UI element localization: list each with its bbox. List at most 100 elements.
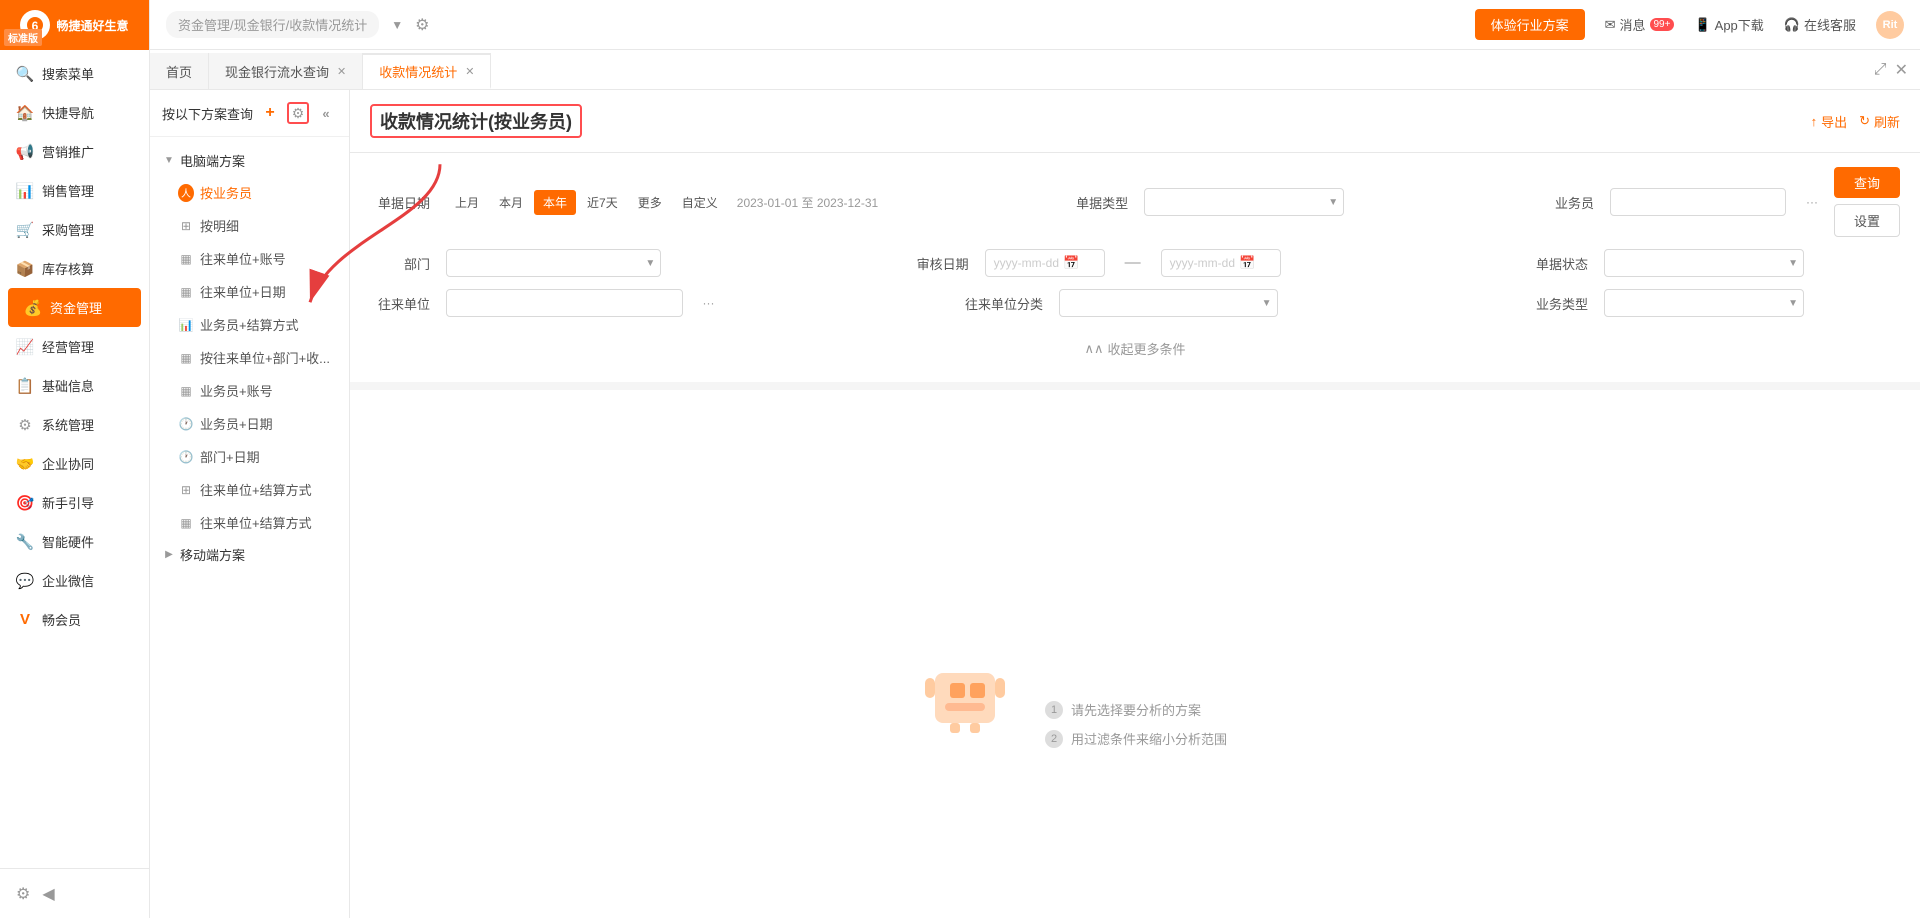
doc-status-select[interactable] (1604, 249, 1804, 277)
service-icon: 🎧 (1784, 17, 1800, 33)
review-date-to[interactable]: yyyy-mm-dd 📅 (1161, 249, 1281, 277)
mobile-group-header[interactable]: ▶ 移动端方案 (150, 539, 349, 570)
user-avatar[interactable]: Rit (1876, 11, 1904, 39)
tip-text-2: 用过滤条件来缩小分析范围 (1071, 729, 1227, 748)
scheme-item-unit-dept[interactable]: ▦ 按往来单位+部门+收... (150, 341, 349, 374)
message-item[interactable]: ✉ 消息 99+ (1605, 15, 1675, 34)
tip-num-2: 2 (1045, 730, 1063, 748)
sidebar-item-hardware[interactable]: 🔧 智能硬件 (0, 522, 149, 561)
tab-home[interactable]: 首页 (150, 53, 209, 89)
bank-tab-label: 现金银行流水查询 (225, 62, 329, 81)
scheme-item-unit-date[interactable]: ▦ 往来单位+日期 (150, 275, 349, 308)
tip-text-1: 请先选择要分析的方案 (1071, 700, 1201, 719)
sidebar-item-system[interactable]: ⚙ 系统管理 (0, 405, 149, 444)
query-button[interactable]: 查询 (1834, 167, 1900, 198)
tab-receipt[interactable]: 收款情况统计 ✕ (363, 53, 491, 89)
sales-account-icon: ▦ (178, 383, 194, 399)
sidebar-item-search[interactable]: 🔍 搜索菜单 (0, 54, 149, 93)
chevron-down-icon[interactable]: ▼ (391, 18, 403, 32)
gear-settings-icon[interactable]: ⚙ (415, 15, 429, 35)
message-label: 消息 (1619, 15, 1645, 34)
date-tabs: 上月 本月 本年 近7天 更多 自定义 (446, 190, 727, 215)
scheme-item-salesperson[interactable]: 人 按业务员 (150, 176, 349, 209)
purchase-icon: 🛒 (16, 221, 34, 239)
mobile-arrow-icon: ▶ (162, 548, 176, 562)
sales-settle-icon: 📊 (178, 317, 194, 333)
doc-status-select-wrap: ▼ (1604, 249, 1804, 277)
service-item[interactable]: 🎧 在线客服 (1784, 15, 1856, 34)
scheme-item-unit-settle2[interactable]: ▦ 往来单位+结算方式 (150, 506, 349, 539)
collapse-row[interactable]: ∧∧ 收起更多条件 (370, 329, 1900, 368)
sidebar-item-label-wechat: 企业微信 (42, 571, 94, 590)
maximize-icon[interactable]: ⤢ (1874, 61, 1887, 79)
dept-select[interactable] (446, 249, 661, 277)
inventory-icon: 📦 (16, 260, 34, 278)
sidebar-item-base[interactable]: 📋 基础信息 (0, 366, 149, 405)
receipt-tab-close-icon[interactable]: ✕ (465, 65, 474, 78)
sidebar-item-member[interactable]: V 畅会员 (0, 600, 149, 639)
operation-icon: 📈 (16, 338, 34, 356)
doc-type-select[interactable] (1144, 188, 1344, 216)
scheme-item-detail[interactable]: ⊞ 按明细 (150, 209, 349, 242)
scheme-item-dept-date[interactable]: 🕐 部门+日期 (150, 440, 349, 473)
sidebar: 6 畅捷通好生意 标准版 🔍 搜索菜单 🏠 快捷导航 📢 营销推广 📊 销售管理… (0, 0, 150, 918)
date-tab-this-year[interactable]: 本年 (534, 190, 576, 215)
partner-more-btn[interactable]: ··· (703, 296, 715, 310)
scheme-item-sales-date[interactable]: 🕐 业务员+日期 (150, 407, 349, 440)
date-tab-last-month[interactable]: 上月 (446, 190, 488, 215)
add-scheme-button[interactable]: + (259, 102, 281, 124)
settings-footer-icon[interactable]: ⚙ (16, 884, 30, 904)
partner-input[interactable] (446, 289, 683, 317)
date-filter-label: 单据日期 (370, 193, 430, 212)
review-date-from[interactable]: yyyy-mm-dd 📅 (985, 249, 1105, 277)
message-badge: 99+ (1650, 18, 1675, 31)
dept-select-wrap: ▼ (446, 249, 661, 277)
biz-type-select[interactable] (1604, 289, 1804, 317)
empty-tips: 1 请先选择要分析的方案 2 用过滤条件来缩小分析范围 (1045, 700, 1227, 758)
sidebar-item-inventory[interactable]: 📦 库存核算 (0, 249, 149, 288)
sidebar-item-purchase[interactable]: 🛒 采购管理 (0, 210, 149, 249)
sidebar-item-marketing[interactable]: 📢 营销推广 (0, 132, 149, 171)
trial-button[interactable]: 体验行业方案 (1475, 9, 1585, 40)
tab-bar-close-icon[interactable]: ✕ (1895, 60, 1908, 80)
scheme-item-unit-account[interactable]: ▦ 往来单位+账号 (150, 242, 349, 275)
date-tab-7days[interactable]: 近7天 (578, 190, 627, 215)
salesperson-more-btn[interactable]: ··· (1806, 195, 1818, 209)
sidebar-item-operation[interactable]: 📈 经营管理 (0, 327, 149, 366)
export-icon: ↑ (1811, 114, 1818, 129)
bank-tab-close-icon[interactable]: ✕ (337, 65, 346, 78)
message-icon: ✉ (1605, 17, 1616, 33)
sidebar-item-corp[interactable]: 🤝 企业协同 (0, 444, 149, 483)
doc-type-label: 单据类型 (1068, 193, 1128, 212)
sidebar-item-wechat[interactable]: 💬 企业微信 (0, 561, 149, 600)
salesperson-input[interactable] (1610, 188, 1786, 216)
date-tab-custom[interactable]: 自定义 (673, 190, 727, 215)
scheme-item-unit-settle1[interactable]: ⊞ 往来单位+结算方式 (150, 473, 349, 506)
sidebar-item-fund[interactable]: 💰 资金管理 (8, 288, 141, 327)
settings-button[interactable]: 设置 (1834, 204, 1900, 237)
collapse-panel-button[interactable]: « (315, 102, 337, 124)
scheme-item-sales-account[interactable]: ▦ 业务员+账号 (150, 374, 349, 407)
salesperson-item-icon: 人 (178, 185, 194, 201)
sidebar-item-shortcut[interactable]: 🏠 快捷导航 (0, 93, 149, 132)
desktop-group-header[interactable]: ▼ 电脑端方案 (150, 145, 349, 176)
refresh-button[interactable]: ↻ 刷新 (1859, 112, 1900, 131)
sidebar-item-label-sales: 销售管理 (42, 181, 94, 200)
app-download-item[interactable]: 📱 App下载 (1694, 15, 1763, 34)
sidebar-item-guide[interactable]: 🎯 新手引导 (0, 483, 149, 522)
export-button[interactable]: ↑ 导出 (1811, 112, 1848, 131)
tab-bank[interactable]: 现金银行流水查询 ✕ (209, 53, 363, 89)
gear-scheme-button[interactable]: ⚙ (287, 102, 309, 124)
scheme-item-label-dept-date: 部门+日期 (200, 447, 260, 466)
filter-row-1: 单据日期 上月 本月 本年 近7天 更多 自定义 2023-01-01 至 20… (370, 167, 1900, 237)
scheme-item-sales-settle[interactable]: 📊 业务员+结算方式 (150, 308, 349, 341)
date-tab-this-month[interactable]: 本月 (490, 190, 532, 215)
sidebar-item-label-system: 系统管理 (42, 415, 94, 434)
sidebar-item-sales[interactable]: 📊 销售管理 (0, 171, 149, 210)
sidebar-item-label-shortcut: 快捷导航 (42, 103, 94, 122)
collapse-button[interactable]: ∧∧ 收起更多条件 (1084, 339, 1185, 358)
collapse-sidebar-icon[interactable]: ◀ (42, 884, 54, 904)
date-dash: — (1121, 254, 1145, 272)
partner-category-select[interactable] (1059, 289, 1278, 317)
date-tab-more[interactable]: 更多 (629, 190, 671, 215)
